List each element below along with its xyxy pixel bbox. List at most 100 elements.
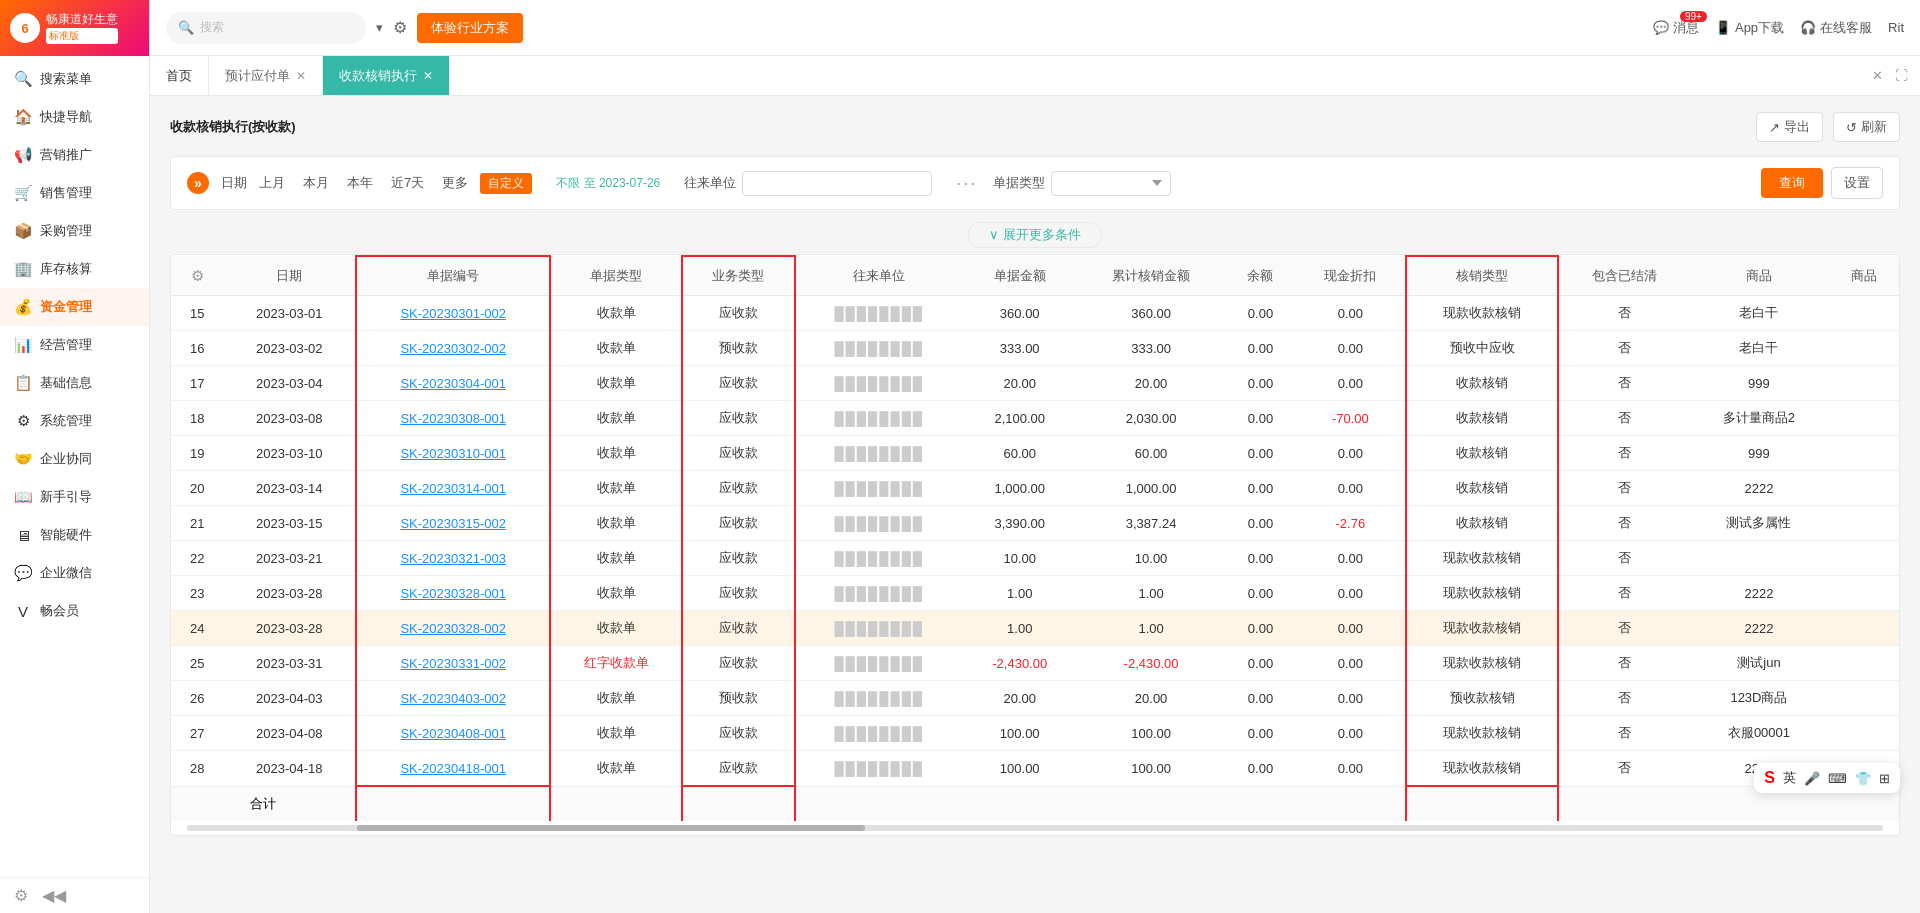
filter-custom-btn[interactable]: 自定义 [480,173,532,194]
filter-last-month[interactable]: 上月 [253,171,291,195]
sidebar-label-guide: 新手引导 [40,488,92,506]
dropdown-arrow[interactable]: ▾ [376,20,383,35]
cell-write-off-amount: 10.00 [1077,541,1226,576]
cell-goods: 多计量商品2 [1689,401,1829,436]
order-link[interactable]: SK-20230328-002 [400,621,506,636]
filter-more[interactable]: 更多 [436,171,474,195]
cell-no: 24 [171,611,223,646]
tab-home[interactable]: 首页 [150,56,209,95]
keyboard-icon[interactable]: ⌨ [1828,771,1847,786]
order-link[interactable]: SK-20230315-002 [400,516,506,531]
collapse-icon[interactable]: ◀◀ [42,886,66,905]
cell-order-no: SK-20230418-001 [356,751,550,787]
cell-counterparty: ████████ [795,681,963,716]
settings-icon[interactable]: ⚙ [14,886,28,905]
sidebar-item-quick-nav[interactable]: 🏠 快捷导航 [0,98,149,136]
cell-order-no: SK-20230408-001 [356,716,550,751]
order-link[interactable]: SK-20230301-002 [400,306,506,321]
sidebar-item-member[interactable]: V 畅会员 [0,592,149,630]
sidebar-item-sales[interactable]: 🛒 销售管理 [0,174,149,212]
cell-include-settled: 否 [1558,471,1689,506]
sidebar-label-quick-nav: 快捷导航 [40,108,92,126]
sidebar-item-hardware[interactable]: 🖥 智能硬件 [0,516,149,554]
table-scrollbar[interactable] [187,825,1883,831]
cell-goods2 [1829,541,1899,576]
cell-bill-type: 收款单 [550,401,682,436]
filter-this-month[interactable]: 本月 [297,171,335,195]
order-link[interactable]: SK-20230304-001 [400,376,506,391]
expand-more-btn[interactable]: ∨ 展开更多条件 [968,222,1101,248]
user-name[interactable]: Rit [1888,20,1904,35]
sidebar-label-enterprise: 企业协同 [40,450,92,468]
cell-write-off-type: 预收中应收 [1406,331,1558,366]
mic-icon[interactable]: 🎤 [1804,771,1820,786]
content: 收款核销执行(按收款) ↗ 导出 ↺ 刷新 » 日期 上月 本月 本年 近7天 [150,96,1920,913]
tab-expand-icon[interactable]: ⛶ [1895,68,1908,83]
cell-bill-type: 收款单 [550,751,682,787]
cell-include-settled: 否 [1558,716,1689,751]
cell-counterparty: ████████ [795,716,963,751]
industry-btn[interactable]: 体验行业方案 [417,13,523,43]
cell-goods: 老白干 [1689,296,1829,331]
cell-write-off-amount: 1.00 [1077,611,1226,646]
cell-balance: 0.00 [1226,331,1296,366]
cell-balance: 0.00 [1226,296,1296,331]
sidebar-icon-hardware: 🖥 [14,526,32,544]
sidebar-item-search-menu[interactable]: 🔍 搜索菜单 [0,60,149,98]
order-link[interactable]: SK-20230328-001 [400,586,506,601]
cell-write-off-amount: -2,430.00 [1077,646,1226,681]
cell-date: 2023-04-08 [223,716,356,751]
order-link[interactable]: SK-20230310-001 [400,446,506,461]
sidebar-item-marketing[interactable]: 📢 营销推广 [0,136,149,174]
sidebar-item-basic[interactable]: 📋 基础信息 [0,364,149,402]
query-btn[interactable]: 查询 [1761,168,1823,198]
export-btn[interactable]: ↗ 导出 [1756,112,1823,142]
tab-prepay-close[interactable]: ✕ [296,69,306,83]
order-link[interactable]: SK-20230408-001 [400,726,506,741]
cell-write-off-amount: 1.00 [1077,576,1226,611]
filter-expand-btn[interactable]: » [187,172,209,194]
th-bill-type: 单据类型 [550,256,682,296]
search-box[interactable]: 🔍 搜索 [166,12,366,44]
sidebar-item-purchase[interactable]: 📦 采购管理 [0,212,149,250]
filter-billtype-select[interactable]: 收款单 红字收款单 [1051,171,1171,196]
message-btn[interactable]: 💬 消息 99+ [1653,19,1699,37]
filter-7days[interactable]: 近7天 [385,171,430,195]
order-link[interactable]: SK-20230308-001 [400,411,506,426]
order-link[interactable]: SK-20230403-002 [400,691,506,706]
sidebar-item-wechat[interactable]: 💬 企业微信 [0,554,149,592]
order-link[interactable]: SK-20230418-001 [400,761,506,776]
sidebar-item-inventory[interactable]: 🏢 库存核算 [0,250,149,288]
skin-icon[interactable]: 👕 [1855,771,1871,786]
filter-counterparty-input[interactable] [742,171,932,196]
page-title-actions: ↗ 导出 ↺ 刷新 [1756,112,1900,142]
sidebar-item-operations[interactable]: 📊 经营管理 [0,326,149,364]
sidebar-item-system[interactable]: ⚙ 系统管理 [0,402,149,440]
filter-this-year[interactable]: 本年 [341,171,379,195]
tab-collection[interactable]: 收款核销执行 ✕ [323,56,450,95]
tab-collection-close[interactable]: ✕ [423,69,433,83]
sidebar-item-guide[interactable]: 📖 新手引导 [0,478,149,516]
cell-write-off-type: 现款收款核销 [1406,646,1558,681]
sidebar-item-enterprise[interactable]: 🤝 企业协同 [0,440,149,478]
order-link[interactable]: SK-20230314-001 [400,481,506,496]
cell-no: 23 [171,576,223,611]
tab-prepay[interactable]: 预计应付单 ✕ [209,56,323,95]
refresh-btn[interactable]: ↺ 刷新 [1833,112,1900,142]
online-service-btn[interactable]: 🎧 在线客服 [1800,19,1872,37]
cell-counterparty: ████████ [795,611,963,646]
th-gear[interactable]: ⚙ [171,256,223,296]
sidebar-item-capital[interactable]: 💰 资金管理 [0,288,149,326]
tab-close-all-icon[interactable]: ✕ [1872,68,1883,83]
topbar-gear-icon[interactable]: ⚙ [393,18,407,37]
grid-icon[interactable]: ⊞ [1879,771,1890,786]
filter-billtype-label: 单据类型 [993,174,1045,192]
cell-write-off-type: 现款收款核销 [1406,751,1558,787]
order-link[interactable]: SK-20230331-002 [400,656,506,671]
app-download-btn[interactable]: 📱 App下载 [1715,19,1784,37]
cell-write-off-amount: 20.00 [1077,366,1226,401]
cell-no: 19 [171,436,223,471]
order-link[interactable]: SK-20230321-003 [400,551,506,566]
order-link[interactable]: SK-20230302-002 [400,341,506,356]
filter-settings-btn[interactable]: 设置 [1831,167,1883,199]
